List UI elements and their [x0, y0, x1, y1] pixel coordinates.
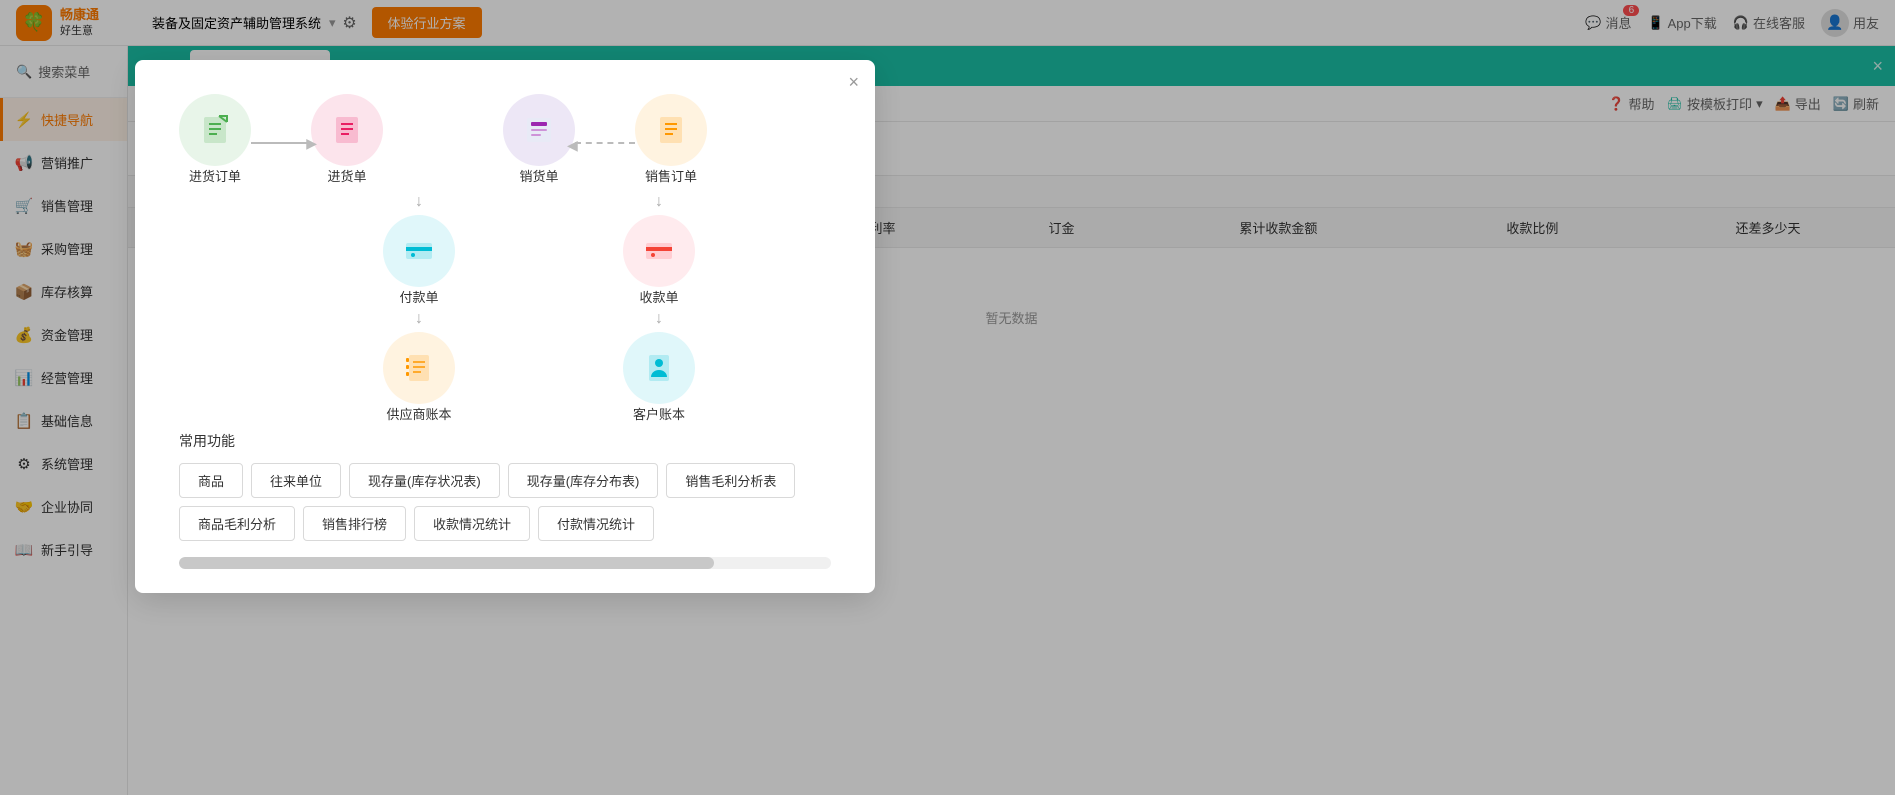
payment-doc-icon	[383, 215, 455, 287]
common-functions-title: 常用功能	[179, 431, 831, 451]
purchase-doc-icon	[311, 94, 383, 166]
customer-book-icon	[623, 332, 695, 404]
popup: × 进货订单 ▶ 进货单	[135, 60, 875, 593]
sales-doc-label: 销货单	[519, 166, 558, 185]
supplier-book-icon	[383, 332, 455, 404]
flow-item-purchase-doc: 进货单	[311, 94, 383, 185]
sales-order-icon	[635, 94, 707, 166]
flow-item-sales-order: 销售订单	[635, 94, 707, 185]
flow-item-sales-doc: 销货单	[503, 94, 575, 185]
function-buttons: 商品往来单位现存量(库存状况表)现存量(库存分布表)销售毛利分析表商品毛利分析销…	[179, 463, 831, 541]
supplier-book-label: 供应商账本	[386, 404, 451, 423]
sales-doc-icon	[503, 94, 575, 166]
func-btn[interactable]: 收款情况统计	[414, 506, 530, 541]
down-arrow-payment: ↓	[415, 310, 423, 328]
down-arrow-sales: ↓	[655, 193, 663, 211]
func-btn[interactable]: 销售排行榜	[303, 506, 406, 541]
receipt-doc-label: 收款单	[639, 287, 678, 306]
flow-diagram: 进货订单 ▶ 进货单 销货单	[159, 84, 851, 569]
popup-scrollbar[interactable]	[179, 557, 831, 569]
purchase-order-label: 进货订单	[189, 166, 241, 185]
func-btn[interactable]: 付款情况统计	[538, 506, 654, 541]
sales-doc-col: ↓ 收款单 ↓ 客户账本	[599, 189, 719, 423]
receipt-doc-icon	[623, 215, 695, 287]
func-btn[interactable]: 商品	[179, 463, 243, 498]
flow-item-purchase-order: 进货订单	[179, 94, 251, 185]
payment-doc-label: 付款单	[399, 287, 438, 306]
func-btn[interactable]: 销售毛利分析表	[666, 463, 795, 498]
func-btn[interactable]: 往来单位	[251, 463, 341, 498]
func-btn[interactable]: 现存量(库存状况表)	[349, 463, 500, 498]
purchase-doc-col: ↓ 付款单 ↓ 供应商账本	[359, 189, 479, 423]
common-functions: 常用功能 商品往来单位现存量(库存状况表)现存量(库存分布表)销售毛利分析表商品…	[159, 431, 851, 541]
customer-book-label: 客户账本	[633, 404, 685, 423]
down-arrow-receipt: ↓	[655, 310, 663, 328]
func-btn[interactable]: 现存量(库存分布表)	[508, 463, 659, 498]
arrow-purchase-order-to-purchase-doc: ▶	[251, 123, 311, 163]
arrow-sales-order-to-sales-doc: ◀	[575, 123, 635, 163]
popup-close-button[interactable]: ×	[848, 72, 859, 93]
scrollbar-thumb	[179, 557, 714, 569]
purchase-doc-label: 进货单	[327, 166, 366, 185]
sales-order-label: 销售订单	[645, 166, 697, 185]
func-btn[interactable]: 商品毛利分析	[179, 506, 295, 541]
down-arrow-purchase: ↓	[415, 193, 423, 211]
purchase-order-icon	[179, 94, 251, 166]
